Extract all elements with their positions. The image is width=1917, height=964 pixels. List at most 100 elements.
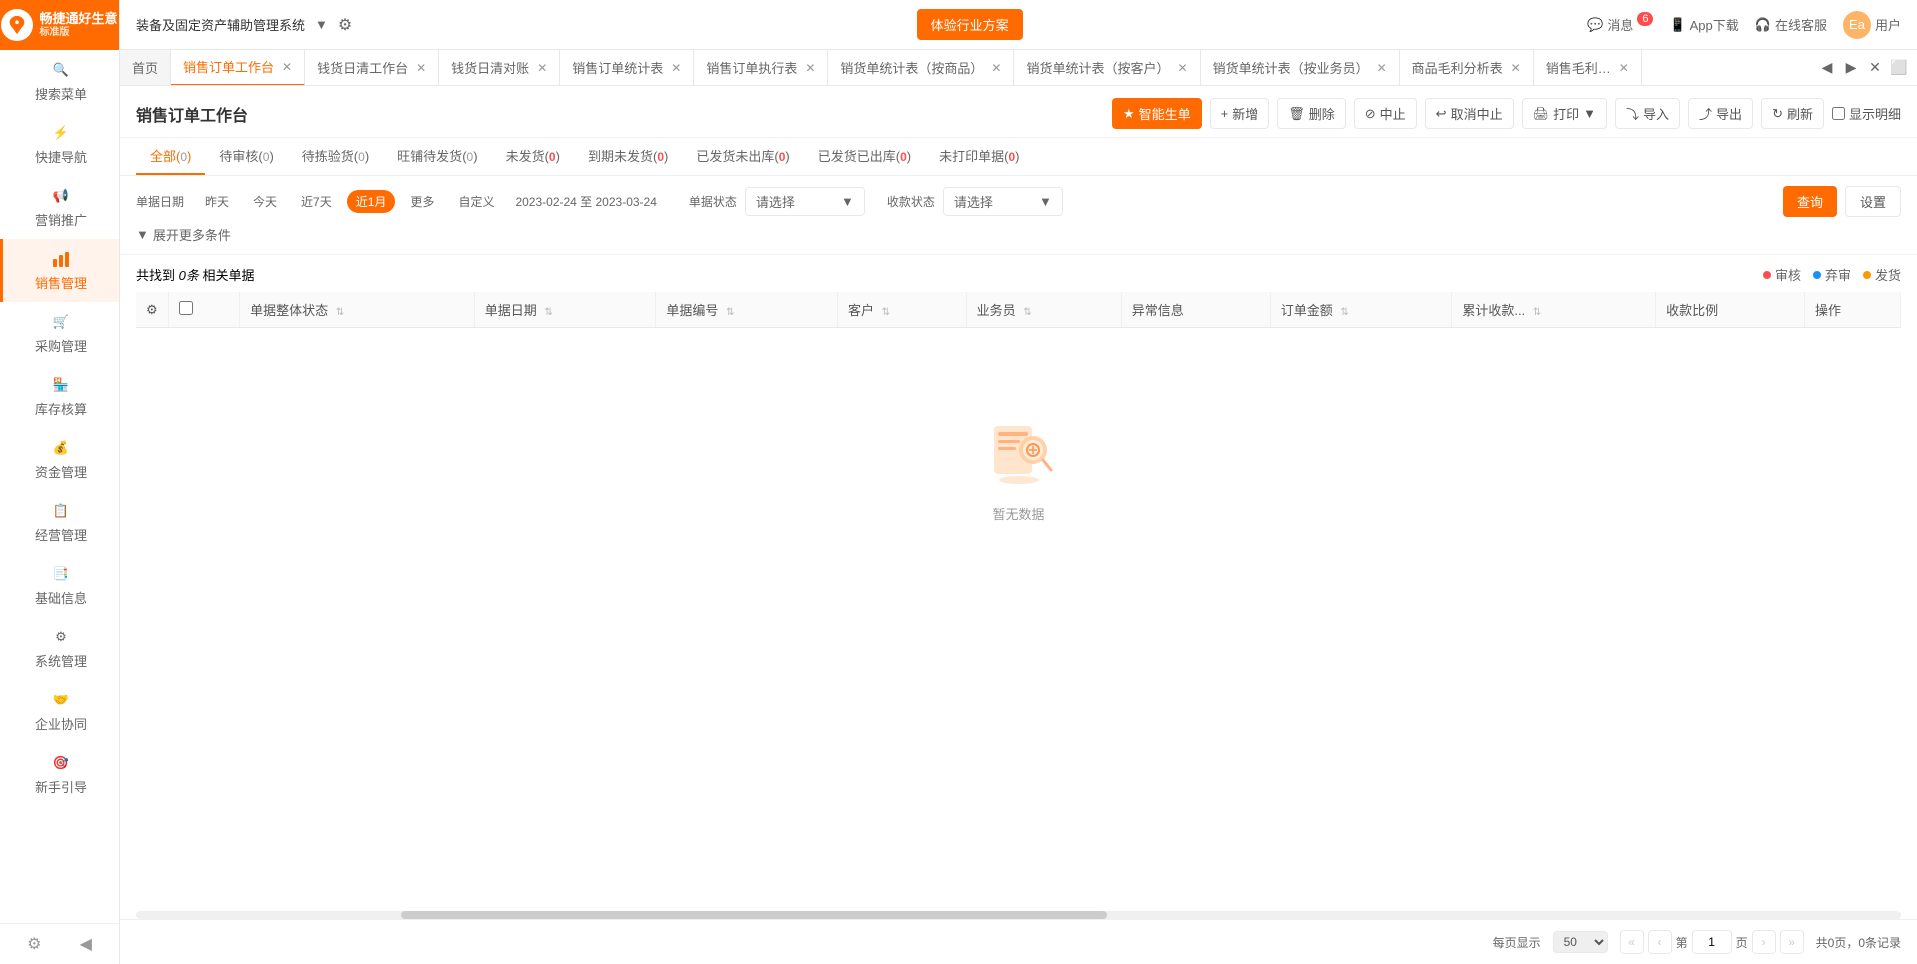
date-btn-1month[interactable]: 近1月 <box>347 190 396 213</box>
subtab-shipped-out[interactable]: 已发货已出库(0) <box>804 138 925 175</box>
margin-tab-close[interactable]: ✕ <box>1511 61 1521 75</box>
col-number[interactable]: 单据编号 ⇅ <box>656 292 838 328</box>
tab-home[interactable]: 首页 <box>120 50 171 86</box>
subtab-shipped-not-out[interactable]: 已发货未出库(0) <box>682 138 803 175</box>
per-page-select[interactable]: 50 10 20 100 <box>1553 931 1608 953</box>
app-download-btn[interactable]: 📱 App下载 <box>1669 15 1738 34</box>
tab-margin[interactable]: 商品毛利分析表 ✕ <box>1400 50 1534 86</box>
sales-stat-tab-close[interactable]: ✕ <box>671 61 681 75</box>
tab-product-stat[interactable]: 销货单统计表（按商品） ✕ <box>828 50 1014 86</box>
solution-btn[interactable]: 体验行业方案 <box>917 9 1023 40</box>
smart-create-btn[interactable]: ★ 智能生单 <box>1112 98 1202 129</box>
delete-btn[interactable]: 🗑 删除 <box>1277 98 1346 129</box>
subtab-unshipped[interactable]: 未发货(0) <box>492 138 574 175</box>
tabs-next-btn[interactable]: ▶ <box>1841 58 1861 78</box>
cash-reconcile-tab-close[interactable]: ✕ <box>537 61 547 75</box>
date-btn-today[interactable]: 今天 <box>244 190 286 213</box>
col-amount[interactable]: 订单金额 ⇅ <box>1270 292 1452 328</box>
tab-salesperson-stat[interactable]: 销货单统计表（按业务员） ✕ <box>1201 50 1400 86</box>
add-btn[interactable]: + 新增 <box>1210 98 1270 129</box>
col-checkbox[interactable] <box>168 292 239 328</box>
topbar-settings-btn[interactable]: ⚙ <box>338 15 352 35</box>
status-filter-select[interactable]: 请选择 ▼ <box>745 187 865 216</box>
tab-sales-stat[interactable]: 销售订单统计表 ✕ <box>560 50 694 86</box>
salesperson-stat-tab-close[interactable]: ✕ <box>1377 61 1387 75</box>
sidebar-collapse-btn[interactable]: ◀ <box>80 934 92 954</box>
subtab-wangpu-ship[interactable]: 旺铺待发货(0) <box>383 138 491 175</box>
export-btn[interactable]: ⤴ 导出 <box>1688 98 1753 129</box>
date-btn-more[interactable]: 更多 <box>401 190 443 213</box>
subtab-pending-review[interactable]: 待审核(0) <box>205 138 287 175</box>
sidebar-item-system[interactable]: ⚙ 系统管理 <box>0 617 119 680</box>
date-btn-yesterday[interactable]: 昨天 <box>196 190 238 213</box>
refresh-btn[interactable]: ↻ 刷新 <box>1761 98 1824 129</box>
review-action[interactable]: 审核 <box>1763 265 1801 284</box>
setup-btn[interactable]: 设置 <box>1845 186 1901 217</box>
stop-btn[interactable]: ⊘ 中止 <box>1354 98 1417 129</box>
subtab-overdue-ship[interactable]: 到期未发货(0) <box>574 138 682 175</box>
sidebar-settings-btn[interactable]: ⚙ <box>27 934 41 954</box>
cash-clear-tab-close[interactable]: ✕ <box>416 61 426 75</box>
ship-action[interactable]: 发货 <box>1863 265 1901 284</box>
next-page-btn[interactable]: › <box>1752 930 1776 954</box>
col-overall-status[interactable]: 单据整体状态 ⇅ <box>240 292 475 328</box>
sidebar-item-baseinfo[interactable]: 📑 基础信息 <box>0 554 119 617</box>
scrollbar-thumb[interactable] <box>401 911 1107 919</box>
tab-sales-order[interactable]: 销售订单工作台 ✕ <box>171 50 305 86</box>
col-exception: 异常信息 <box>1121 292 1270 328</box>
sidebar-item-purchase[interactable]: 🛒 采购管理 <box>0 302 119 365</box>
sales-exec-tab-close[interactable]: ✕ <box>805 61 815 75</box>
col-customer[interactable]: 客户 ⇅ <box>838 292 967 328</box>
page-input[interactable]: 1 <box>1692 930 1732 954</box>
user-menu[interactable]: Ea 用户 <box>1843 11 1901 39</box>
subtab-all[interactable]: 全部(0) <box>136 138 205 175</box>
date-btn-custom[interactable]: 自定义 <box>449 190 503 213</box>
sidebar-item-quicknav[interactable]: ⚡ 快捷导航 <box>0 113 119 176</box>
sidebar-item-management[interactable]: 📋 经营管理 <box>0 491 119 554</box>
tab-sales-margin[interactable]: 销售毛利… ✕ <box>1534 50 1642 86</box>
tab-sales-exec[interactable]: 销售订单执行表 ✕ <box>694 50 828 86</box>
query-btn[interactable]: 查询 <box>1783 186 1837 217</box>
col-date[interactable]: 单据日期 ⇅ <box>474 292 656 328</box>
system-title-dropdown[interactable]: ▼ <box>315 17 328 32</box>
first-page-btn[interactable]: « <box>1620 930 1644 954</box>
tabs-prev-btn[interactable]: ◀ <box>1817 58 1837 78</box>
tab-customer-stat[interactable]: 销货单统计表（按客户） ✕ <box>1014 50 1200 86</box>
expand-filter-btn[interactable]: ▼ 展开更多条件 <box>136 225 1901 244</box>
date-btn-7days[interactable]: 近7天 <box>292 190 341 213</box>
sidebar-item-finance[interactable]: 💰 资金管理 <box>0 428 119 491</box>
select-all-checkbox[interactable] <box>179 301 193 315</box>
empty-text: 暂无数据 <box>992 504 1044 523</box>
tab-cash-clear[interactable]: 钱货日清工作台 ✕ <box>305 50 439 86</box>
tab-maximize-btn[interactable]: ⬜ <box>1889 58 1909 78</box>
sales-order-tab-close[interactable]: ✕ <box>282 60 292 74</box>
prev-page-btn[interactable]: ‹ <box>1648 930 1672 954</box>
tab-cash-reconcile[interactable]: 钱货日清对账 ✕ <box>439 50 560 86</box>
payment-filter-select[interactable]: 请选择 ▼ <box>943 187 1063 216</box>
sales-margin-tab-close[interactable]: ✕ <box>1619 61 1629 75</box>
sidebar-item-search[interactable]: 🔍 搜索菜单 <box>0 50 119 113</box>
import-btn[interactable]: ⤵ 导入 <box>1615 98 1680 129</box>
message-btn[interactable]: 💬 消息 6 <box>1587 15 1653 34</box>
cancel-stop-btn[interactable]: ↩ 取消中止 <box>1425 98 1514 129</box>
sidebar-item-inventory[interactable]: 🏪 库存核算 <box>0 365 119 428</box>
horizontal-scrollbar[interactable] <box>136 911 1901 919</box>
customer-stat-tab-close[interactable]: ✕ <box>1178 61 1188 75</box>
online-service-btn[interactable]: 🎧 在线客服 <box>1755 15 1827 34</box>
sidebar-item-marketing[interactable]: 📢 营销推广 <box>0 176 119 239</box>
print-btn[interactable]: 🖨 打印 ▼ <box>1522 98 1607 129</box>
subtab-unprinted[interactable]: 未打印单据(0) <box>925 138 1033 175</box>
subtab-pending-inspect[interactable]: 待拣验货(0) <box>288 138 383 175</box>
cancel-review-action[interactable]: 弃审 <box>1813 265 1851 284</box>
last-page-btn[interactable]: » <box>1780 930 1804 954</box>
col-cumulative[interactable]: 累计收款... ⇅ <box>1452 292 1656 328</box>
show-detail-input[interactable] <box>1832 107 1845 120</box>
col-salesperson[interactable]: 业务员 ⇅ <box>966 292 1121 328</box>
sidebar-item-guide[interactable]: 🎯 新手引导 <box>0 743 119 806</box>
tab-close-all-btn[interactable]: ✕ <box>1865 58 1885 78</box>
show-detail-checkbox[interactable]: 显示明细 <box>1832 104 1901 123</box>
sidebar-item-sales[interactable]: 销售管理 <box>0 239 119 302</box>
sidebar-item-cooperation[interactable]: 🤝 企业协同 <box>0 680 119 743</box>
col-settings[interactable]: ⚙ <box>136 292 168 328</box>
product-stat-tab-close[interactable]: ✕ <box>991 61 1001 75</box>
